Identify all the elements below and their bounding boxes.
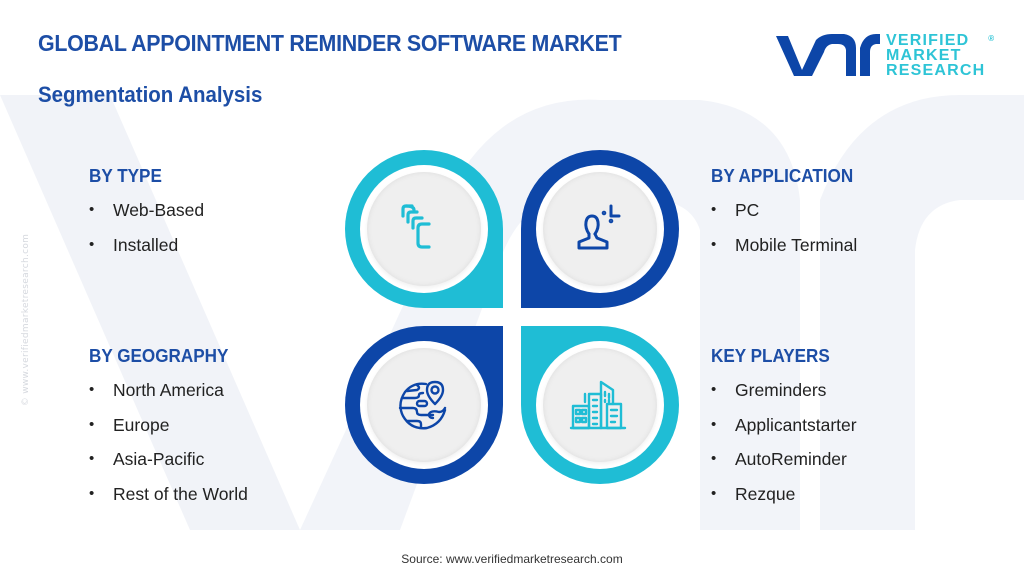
buildings-icon	[569, 380, 627, 430]
list-item: Europe	[89, 414, 248, 449]
list-item: Rezque	[711, 483, 857, 518]
list-item: Web-Based	[89, 199, 204, 234]
segment-heading: KEY PLAYERS	[711, 346, 830, 366]
globe-location-icon	[398, 380, 447, 430]
registered-mark: ®	[988, 33, 996, 43]
side-watermark: © www.verifiedmarketresearch.com	[21, 233, 31, 407]
stacked-cards-icon	[401, 204, 431, 249]
vmr-logo-mark-icon	[776, 34, 880, 76]
logo-line-research: RESEARCH	[886, 61, 986, 79]
logo-line-verified: VERIFIED	[886, 31, 970, 49]
segment-list: North America Europe Asia-Pacific Rest o…	[89, 379, 248, 517]
list-item: AutoReminder	[711, 448, 857, 483]
segment-list: Greminders Applicantstarter AutoReminder…	[711, 379, 857, 517]
list-item: PC	[711, 199, 861, 234]
list-item: Asia-Pacific	[89, 448, 248, 483]
segment-by-type: BY TYPE Web-Based Installed	[89, 166, 204, 268]
page-subtitle: Segmentation Analysis	[38, 82, 263, 107]
key-players-badge	[521, 326, 679, 484]
segment-by-application: BY APPLICATION PC Mobile Terminal	[711, 166, 861, 268]
user-target-icon	[577, 204, 621, 250]
segment-heading: BY GEOGRAPHY	[89, 346, 229, 366]
list-item: Mobile Terminal	[711, 234, 861, 269]
vmr-logo: VERIFIED MARKET RESEARCH ®	[772, 30, 994, 80]
segment-heading: BY APPLICATION	[711, 166, 854, 186]
application-badge	[521, 150, 679, 308]
segment-key-players: KEY PLAYERS Greminders Applicantstarter …	[711, 346, 857, 517]
logo-line-market: MARKET	[886, 46, 962, 64]
type-badge	[345, 150, 503, 308]
source-footer: Source: www.verifiedmarketresearch.com	[401, 552, 623, 566]
list-item: Applicantstarter	[711, 414, 857, 449]
geography-badge	[345, 326, 503, 484]
segment-list: PC Mobile Terminal	[711, 199, 861, 268]
list-item: North America	[89, 379, 248, 414]
segment-by-geography: BY GEOGRAPHY North America Europe Asia-P…	[89, 346, 248, 517]
segment-heading: BY TYPE	[89, 166, 162, 186]
segment-list: Web-Based Installed	[89, 199, 204, 268]
page-title: GLOBAL APPOINTMENT REMINDER SOFTWARE MAR…	[38, 30, 622, 56]
list-item: Rest of the World	[89, 483, 248, 518]
logo-text: VERIFIED MARKET RESEARCH ®	[886, 31, 994, 79]
list-item: Installed	[89, 234, 204, 269]
list-item: Greminders	[711, 379, 857, 414]
